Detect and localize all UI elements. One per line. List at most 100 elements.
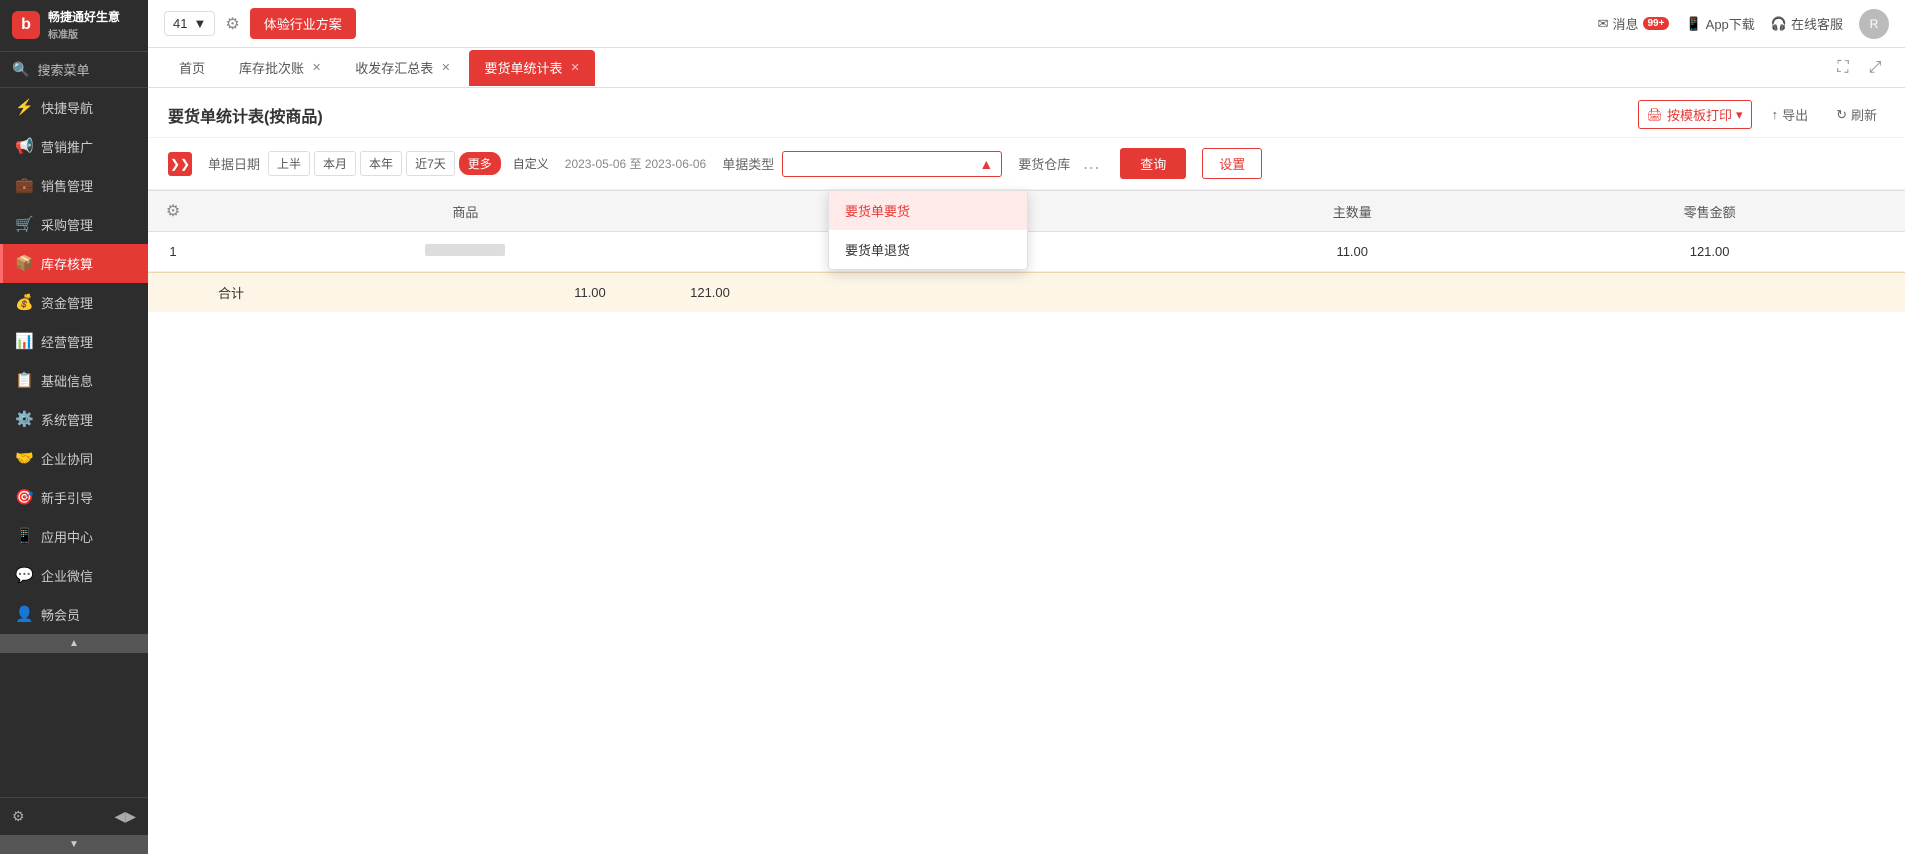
gear-icon[interactable]: ⚙ [225,14,239,34]
store-name: 41 [173,16,187,31]
sidebar-item-member[interactable]: 👤 畅会员 [0,595,148,634]
chevron-down-icon: ▾ [1736,107,1743,123]
print-btn[interactable]: 🖨 按模板打印 ▾ [1638,100,1752,129]
export-btn[interactable]: ↑ 导出 [1764,101,1817,128]
filter-toggle-btn[interactable]: ❯❯ [168,152,192,176]
dropdown-option-0[interactable]: 要货单要货 [829,191,1027,230]
tabbar-right: ⛶ ⤢ [1829,54,1889,82]
app-download-label: App下载 [1706,14,1755,33]
purchase-icon: 🛒 [15,215,33,233]
sidebar-item-label: 畅会员 [41,605,80,624]
tab-close-icon[interactable]: ✕ [571,61,580,74]
headset-icon: 🎧 [1771,16,1787,32]
chevron-down-icon: ▼ [193,16,206,31]
export-icon: ↑ [1772,107,1779,122]
tab-order-stats-label: 要货单统计表 [484,58,562,77]
tab-order-stats[interactable]: 要货单统计表 ✕ [469,50,594,86]
col-amount: 零售金额 [1514,191,1905,232]
sidebar-item-label: 经营管理 [41,332,93,351]
sidebar-item-label: 基础信息 [41,371,93,390]
topbar-right: ✉ 消息 99+ 📱 App下载 🎧 在线客服 R [1598,9,1889,39]
printer-icon: 🖨 [1647,107,1664,123]
message-badge: 99+ [1643,17,1670,30]
tab-home-label: 首页 [179,58,205,77]
marketing-icon: 📢 [15,137,33,155]
warehouse-filter-label: 要货仓库 [1018,154,1070,173]
sidebar-item-sales[interactable]: 💼 销售管理 [0,166,148,205]
settings-icon[interactable]: ⚙ [12,808,25,825]
topbar: 41 ▼ ⚙ 体验行业方案 ✉ 消息 99+ 📱 App下载 🎧 在线客服 R [148,0,1905,48]
sidebar-item-search[interactable]: 🔍 搜索菜单 [0,52,148,88]
type-filter-label: 单据类型 [722,154,774,173]
type-select[interactable]: ▲ [782,151,1002,177]
basic-icon: 📋 [15,371,33,389]
quick-icon: ⚡ [15,98,33,116]
sidebar-item-business[interactable]: 📊 经营管理 [0,322,148,361]
tab-home[interactable]: 首页 [164,50,220,86]
online-service-btn[interactable]: 🎧 在线客服 [1771,14,1843,33]
tab-inventory-batch[interactable]: 库存批次账 ✕ [224,50,336,86]
refresh-btn[interactable]: ↻ 刷新 [1828,101,1885,128]
tab-fullscreen-icon[interactable]: ⤢ [1861,54,1889,82]
sidebar-item-label: 资金管理 [41,293,93,312]
page-content: 要货单统计表(按商品) 🖨 按模板打印 ▾ ↑ 导出 ↻ 刷新 [148,88,1905,854]
date-last7-btn[interactable]: 近7天 [406,151,455,176]
sidebar-item-system[interactable]: ⚙️ 系统管理 [0,400,148,439]
query-btn[interactable]: 查询 [1120,148,1186,179]
page-header: 要货单统计表(按商品) 🖨 按模板打印 ▾ ↑ 导出 ↻ 刷新 [148,88,1905,138]
filter-more-icon[interactable]: … [1078,153,1104,174]
avatar[interactable]: R [1859,9,1889,39]
search-icon: 🔍 [12,61,29,78]
tab-close-icon[interactable]: ✕ [312,61,321,74]
app-logo: b 畅捷通好生意 标准版 [0,0,148,52]
tab-close-icon[interactable]: ✕ [441,61,450,74]
page-title: 要货单统计表(按商品) [168,103,323,127]
topbar-left: 41 ▼ ⚙ 体验行业方案 [164,8,356,39]
date-more-btn[interactable]: 更多 [459,152,501,175]
footer-qty: 11.00 [574,285,606,300]
sidebar-scroll-down[interactable]: ▼ [0,835,148,854]
sidebar-item-purchase[interactable]: 🛒 采购管理 [0,205,148,244]
type-select-input[interactable] [791,156,979,171]
cell-seq: 1 [148,232,198,272]
filter-bar: ❯❯ 单据日期 上半 本月 本年 近7天 更多 自定义 2023-05-06 至… [148,138,1905,190]
trial-btn[interactable]: 体验行业方案 [250,8,356,39]
phone-icon: 📱 [1685,16,1701,32]
sidebar-item-wecom[interactable]: 💬 企业微信 [0,556,148,595]
tab-expand-icon[interactable]: ⛶ [1829,54,1857,82]
message-btn[interactable]: ✉ 消息 99+ [1598,14,1670,33]
date-this-month-btn[interactable]: 本月 [314,151,356,176]
settings-btn[interactable]: 设置 [1202,148,1262,179]
main-area: 41 ▼ ⚙ 体验行业方案 ✉ 消息 99+ 📱 App下载 🎧 在线客服 R [148,0,1905,854]
sidebar-bottom: ⚙ ◀▶ [0,797,148,835]
sidebar-item-guide[interactable]: 🎯 新手引导 [0,478,148,517]
sidebar-item-label: 库存核算 [41,254,93,273]
date-this-year-btn[interactable]: 本年 [360,151,402,176]
wecom-icon: 💬 [15,566,33,584]
sidebar-item-marketing[interactable]: 📢 营销推广 [0,127,148,166]
sidebar-item-inventory[interactable]: 📦 库存核算 [0,244,148,283]
sidebar-item-finance[interactable]: 💰 资金管理 [0,283,148,322]
date-last-half-btn[interactable]: 上半 [268,151,310,176]
tab-summary[interactable]: 收发存汇总表 ✕ [340,50,465,86]
dropdown-option-1[interactable]: 要货单退货 [829,230,1027,269]
footer-label: 合计 [218,286,244,301]
date-range-display: 2023-05-06 至 2023-06-06 [565,155,706,172]
sidebar-item-quick[interactable]: ⚡ 快捷导航 [0,88,148,127]
sidebar-scroll-up[interactable]: ▲ [0,634,148,653]
table-settings-icon[interactable]: ⚙ [166,203,180,220]
date-custom-btn[interactable]: 自定义 [505,152,557,175]
sidebar-item-basic[interactable]: 📋 基础信息 [0,361,148,400]
app-download-btn[interactable]: 📱 App下载 [1685,14,1754,33]
app-name: 畅捷通好生意 [48,10,120,26]
store-selector[interactable]: 41 ▼ [164,11,215,36]
sales-icon: 💼 [15,176,33,194]
collapse-icon[interactable]: ◀▶ [114,808,136,825]
sidebar-item-appstore[interactable]: 📱 应用中心 [0,517,148,556]
tab-summary-label: 收发存汇总表 [355,58,433,77]
sidebar: b 畅捷通好生意 标准版 🔍 搜索菜单 ⚡ 快捷导航 📢 营销推广 💼 销售管理… [0,0,148,854]
sidebar-item-collab[interactable]: 🤝 企业协同 [0,439,148,478]
col-settings[interactable]: ⚙ [148,191,198,232]
refresh-icon: ↻ [1836,107,1847,123]
guide-icon: 🎯 [15,488,33,506]
